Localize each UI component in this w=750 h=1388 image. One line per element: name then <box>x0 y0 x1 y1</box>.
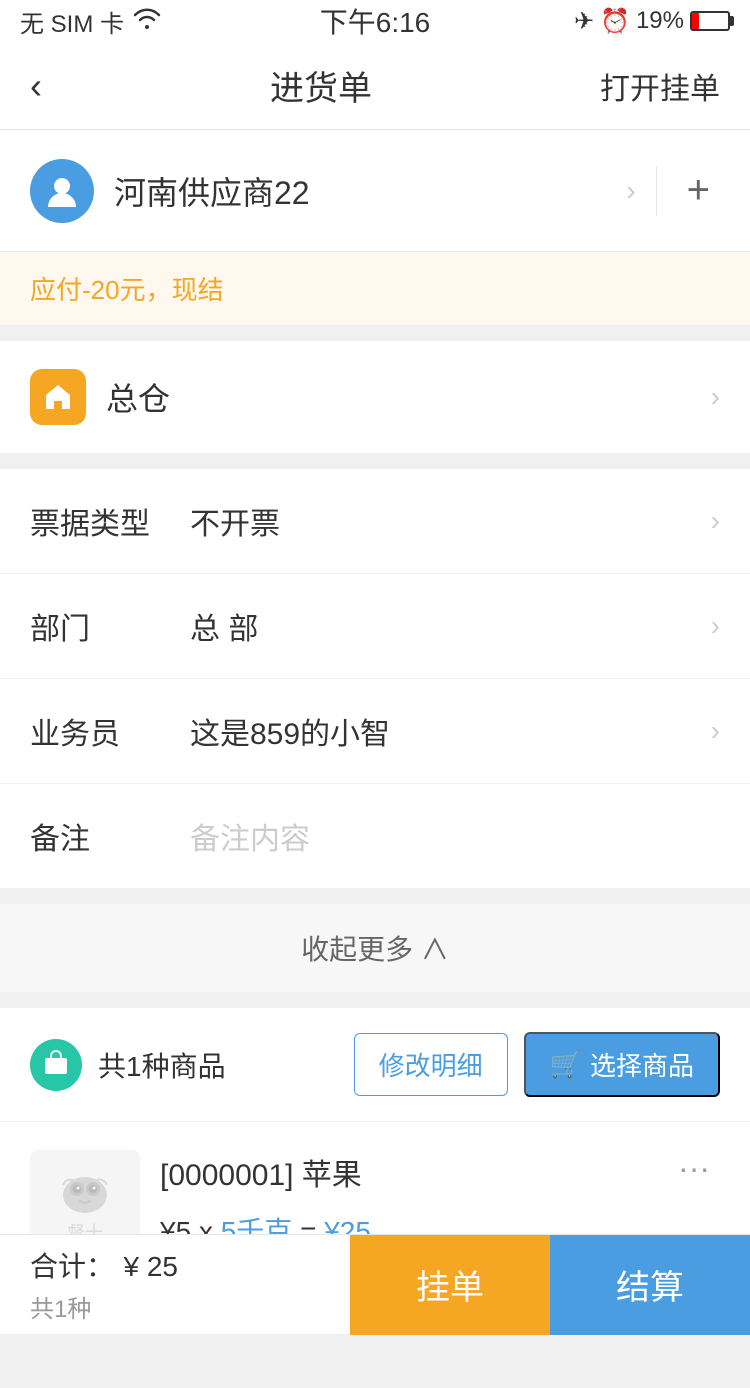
products-count: 共1种商品 <box>98 1045 354 1085</box>
supplier-row[interactable]: 河南供应商22 › + <box>0 130 750 251</box>
dept-row[interactable]: 部门 总 部 › <box>0 574 750 679</box>
select-product-label: 选择商品 <box>590 1046 694 1083</box>
divider <box>656 166 657 216</box>
invoice-chevron-icon: › <box>711 505 720 537</box>
total-amount: 合计： ¥ 25 <box>30 1245 320 1285</box>
warehouse-name: 总仓 <box>106 374 711 420</box>
sales-value: 这是859的小智 <box>170 709 711 753</box>
total-label: 合计： <box>30 1251 114 1282</box>
modify-detail-button[interactable]: 修改明细 <box>354 1033 508 1096</box>
status-bar: 无 SIM 卡 下午6:16 ✈ ⏰ 19% <box>0 0 750 42</box>
carrier-text: 无 SIM 卡 <box>20 4 124 39</box>
remark-row[interactable]: 备注 备注内容 <box>0 784 750 888</box>
back-button[interactable]: ‹ <box>30 65 42 107</box>
hold-button[interactable]: 挂单 <box>350 1235 550 1335</box>
supplier-avatar <box>30 159 94 223</box>
add-supplier-button[interactable]: + <box>677 158 720 223</box>
products-header: 共1种商品 修改明细 🛒 选择商品 <box>0 1008 750 1122</box>
sales-chevron-icon: › <box>711 715 720 747</box>
total-amount-value: ¥ 25 <box>123 1251 178 1282</box>
remark-input[interactable]: 备注内容 <box>170 814 720 858</box>
alarm-icon: ⏰ <box>600 7 630 36</box>
invoice-value: 不开票 <box>170 499 711 543</box>
notice-bar: 应付-20元，现结 <box>0 251 750 325</box>
total-count: 共1种 <box>30 1289 320 1324</box>
status-left: 无 SIM 卡 <box>20 4 162 39</box>
collapse-label: 收起更多 ∧ <box>301 934 449 965</box>
select-product-button[interactable]: 🛒 选择商品 <box>524 1032 720 1097</box>
dept-value: 总 部 <box>170 604 711 648</box>
total-section: 合计： ¥ 25 共1种 <box>0 1245 350 1324</box>
checkout-button[interactable]: 结算 <box>550 1235 750 1335</box>
form-section: 票据类型 不开票 › 部门 总 部 › 业务员 这是859的小智 › 备注 备注… <box>0 469 750 888</box>
cart-icon: 🛒 <box>550 1049 582 1080</box>
wifi-icon <box>132 7 162 36</box>
battery-percent: 19% <box>636 7 684 35</box>
sales-row[interactable]: 业务员 这是859的小智 › <box>0 679 750 784</box>
sales-label: 业务员 <box>30 709 170 753</box>
warehouse-chevron-icon: › <box>711 381 720 413</box>
bottom-bar: 合计： ¥ 25 共1种 挂单 结算 <box>0 1234 750 1334</box>
status-time: 下午6:16 <box>320 1 431 41</box>
more-options-button[interactable]: ··· <box>668 1150 720 1187</box>
open-hold-button[interactable]: 打开挂单 <box>600 64 720 108</box>
battery-icon <box>690 11 730 31</box>
warehouse-section: 总仓 › <box>0 341 750 453</box>
page-title: 进货单 <box>270 61 372 110</box>
product-name: [0000001] 苹果 <box>160 1150 668 1194</box>
invoice-row[interactable]: 票据类型 不开票 › <box>0 469 750 574</box>
notice-text: 应付-20元，现结 <box>30 275 224 305</box>
nav-bar: ‹ 进货单 打开挂单 <box>0 42 750 130</box>
location-icon: ✈ <box>574 7 594 36</box>
warehouse-row[interactable]: 总仓 › <box>0 341 750 453</box>
products-icon <box>30 1039 82 1091</box>
collapse-bar[interactable]: 收起更多 ∧ <box>0 904 750 992</box>
supplier-chevron-icon: › <box>626 175 635 207</box>
owl-logo: 督十 <box>55 1165 115 1245</box>
content-area: 河南供应商22 › + 应付-20元，现结 总仓 › 票据类型 不开票 › <box>0 130 750 1388</box>
supplier-section: 河南供应商22 › + 应付-20元，现结 <box>0 130 750 325</box>
status-right: ✈ ⏰ 19% <box>574 7 730 36</box>
supplier-name: 河南供应商22 <box>114 168 626 214</box>
dept-label: 部门 <box>30 604 170 648</box>
remark-label: 备注 <box>30 814 170 858</box>
dept-chevron-icon: › <box>711 610 720 642</box>
invoice-label: 票据类型 <box>30 499 170 543</box>
warehouse-icon <box>30 369 86 425</box>
